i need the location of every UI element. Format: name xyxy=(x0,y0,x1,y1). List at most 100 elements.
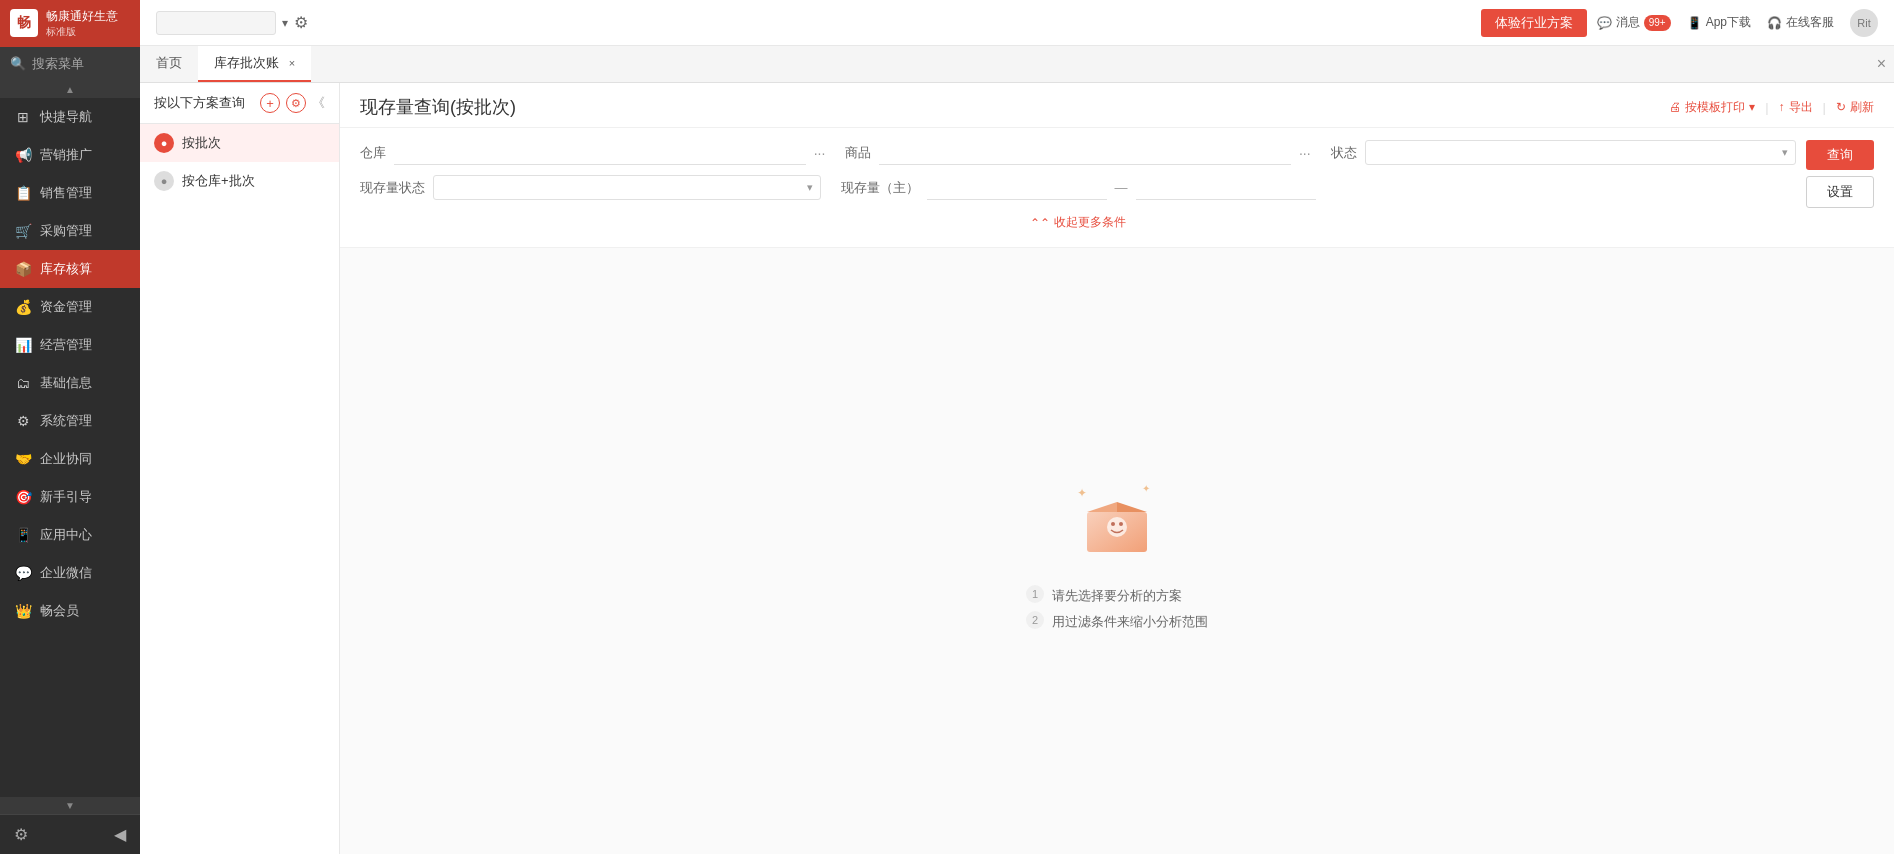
topbar-search-input[interactable] xyxy=(156,11,276,35)
online-service-item[interactable]: 🎧 在线客服 xyxy=(1767,14,1834,31)
sidebar-item-inventory[interactable]: 📦 库存核算 xyxy=(0,250,140,288)
sidebar-item-member[interactable]: 👑 畅会员 xyxy=(0,592,140,630)
tabs-bar: 首页 库存批次账 × × xyxy=(140,46,1894,83)
filter-buttons: 查询 设置 xyxy=(1806,140,1874,208)
print-btn[interactable]: 🖨 按模板打印 ▾ xyxy=(1669,99,1755,116)
sidebar-item-marketing[interactable]: 📢 营销推广 xyxy=(0,136,140,174)
svg-point-5 xyxy=(1119,522,1123,526)
inventory-qty-min[interactable] xyxy=(927,176,1107,200)
collapse-panel-btn[interactable]: 《 xyxy=(312,94,325,112)
headset-icon: 🎧 xyxy=(1767,16,1782,30)
sidebar-item-system[interactable]: ⚙ 系统管理 xyxy=(0,402,140,440)
sidebar-item-finance[interactable]: 💰 资金管理 xyxy=(0,288,140,326)
svg-marker-1 xyxy=(1087,502,1117,512)
collapse-filter-btn[interactable]: ⌃⌃ 收起更多条件 xyxy=(360,210,1796,235)
app-download-item[interactable]: 📱 App下载 xyxy=(1687,14,1751,31)
collapse-up-icon: ⌃⌃ xyxy=(1030,216,1050,230)
page-action-divider2: | xyxy=(1823,100,1826,115)
status-field: 状态 全部 正常 停用 ▾ xyxy=(1331,140,1796,165)
sidebar-item-enterprise[interactable]: 🤝 企业协同 xyxy=(0,440,140,478)
sidebar-item-label: 销售管理 xyxy=(40,184,92,202)
tab-close-all-btn[interactable]: × xyxy=(1877,55,1886,73)
product-dots[interactable]: ··· xyxy=(1299,145,1311,161)
add-scheme-btn[interactable]: + xyxy=(260,93,280,113)
set-btn[interactable]: 设置 xyxy=(1806,176,1874,208)
sidebar-item-label: 企业微信 xyxy=(40,564,92,582)
avatar-initials: Rit xyxy=(1857,17,1870,29)
apps-icon: 📱 xyxy=(14,526,32,544)
page-title: 现存量查询(按批次) xyxy=(360,95,516,119)
finance-icon: 💰 xyxy=(14,298,32,316)
sidebar-item-basic[interactable]: 🗂 基础信息 xyxy=(0,364,140,402)
topbar-dropdown-icon[interactable]: ▾ xyxy=(282,16,288,30)
print-dropdown-icon[interactable]: ▾ xyxy=(1749,100,1755,114)
sidebar-item-purchase[interactable]: 🛒 采购管理 xyxy=(0,212,140,250)
tab-home[interactable]: 首页 xyxy=(140,46,198,82)
export-btn[interactable]: ↑ 导出 xyxy=(1779,99,1813,116)
inventory-status-select[interactable]: 全部 正数 负数 零 xyxy=(433,175,821,200)
product-field: 商品 ··· xyxy=(845,141,1310,165)
message-icon: 💬 xyxy=(1597,16,1612,30)
page-action-divider: | xyxy=(1765,100,1768,115)
status-select-wrap: 全部 正常 停用 ▾ xyxy=(1365,140,1796,165)
app-download-icon: 📱 xyxy=(1687,16,1702,30)
sidebar-search[interactable]: 🔍 搜索菜单 xyxy=(0,47,140,81)
warehouse-dots[interactable]: ··· xyxy=(814,145,826,161)
scheme-icon-warehouse-batch: ● xyxy=(154,171,174,191)
sidebar-item-operations[interactable]: 📊 经营管理 xyxy=(0,326,140,364)
content-area: 按以下方案查询 + ⚙ 《 ● 按批次 ● 按仓库+批次 xyxy=(140,83,1894,854)
sidebar-item-wechat[interactable]: 💬 企业微信 xyxy=(0,554,140,592)
message-item[interactable]: 💬 消息 99+ xyxy=(1597,14,1671,31)
sidebar-item-apps[interactable]: 📱 应用中心 xyxy=(0,516,140,554)
sales-icon: 📋 xyxy=(14,184,32,202)
page-actions: 🖨 按模板打印 ▾ | ↑ 导出 | ↻ 刷新 xyxy=(1669,99,1874,116)
svg-marker-2 xyxy=(1117,502,1147,512)
left-panel-title: 按以下方案查询 xyxy=(154,94,245,112)
svg-text:✦: ✦ xyxy=(1077,486,1087,500)
tabs-extra: × xyxy=(1877,55,1894,73)
footer-collapse-btn[interactable]: ◀ xyxy=(114,825,126,844)
app-title: 畅康通好生意 xyxy=(46,8,118,25)
quick-nav-icon: ⊞ xyxy=(14,108,32,126)
sidebar-item-guide[interactable]: 🎯 新手引导 xyxy=(0,478,140,516)
sidebar-item-label: 营销推广 xyxy=(40,146,92,164)
svg-point-3 xyxy=(1107,517,1127,537)
topbar-search-area: ▾ ⚙ xyxy=(156,11,1471,35)
sidebar-item-label: 新手引导 xyxy=(40,488,92,506)
warehouse-input[interactable] xyxy=(394,141,806,165)
scheme-settings-btn[interactable]: ⚙ xyxy=(286,93,306,113)
sidebar-scroll-up[interactable]: ▲ xyxy=(0,81,140,98)
sidebar-item-label: 畅会员 xyxy=(40,602,79,620)
empty-tips: 1 请先选择要分析的方案 2 用过滤条件来缩小分析范围 xyxy=(1026,583,1208,635)
refresh-btn-label: 刷新 xyxy=(1850,99,1874,116)
topbar-settings-icon[interactable]: ⚙ xyxy=(294,13,308,32)
empty-tip-1: 1 请先选择要分析的方案 xyxy=(1026,583,1208,609)
sidebar-item-sales[interactable]: 📋 销售管理 xyxy=(0,174,140,212)
scheme-icon-batch: ● xyxy=(154,133,174,153)
tab-inventory-batch[interactable]: 库存批次账 × xyxy=(198,46,311,82)
sidebar-item-label: 经营管理 xyxy=(40,336,92,354)
scheme-item-batch[interactable]: ● 按批次 xyxy=(140,124,339,162)
sidebar-footer: ⚙ ◀ xyxy=(0,814,140,854)
enterprise-icon: 🤝 xyxy=(14,450,32,468)
app-edition: 标准版 xyxy=(46,25,118,39)
status-select[interactable]: 全部 正常 停用 xyxy=(1365,140,1796,165)
sidebar-scroll-down[interactable]: ▼ xyxy=(0,797,140,814)
footer-settings-btn[interactable]: ⚙ xyxy=(14,825,28,844)
refresh-icon: ↻ xyxy=(1836,100,1846,114)
left-panel-header: 按以下方案查询 + ⚙ 《 xyxy=(140,83,339,124)
sidebar-item-label: 基础信息 xyxy=(40,374,92,392)
user-item[interactable]: Rit xyxy=(1850,9,1878,37)
scheme-item-warehouse-batch[interactable]: ● 按仓库+批次 xyxy=(140,162,339,200)
search-icon: 🔍 xyxy=(10,56,26,71)
product-input[interactable] xyxy=(879,141,1291,165)
svg-point-4 xyxy=(1111,522,1115,526)
trial-btn[interactable]: 体验行业方案 xyxy=(1481,9,1587,37)
query-btn[interactable]: 查询 xyxy=(1806,140,1874,170)
sidebar-item-quick-nav[interactable]: ⊞ 快捷导航 xyxy=(0,98,140,136)
inventory-qty-max[interactable] xyxy=(1136,176,1316,200)
message-badge: 99+ xyxy=(1644,15,1671,31)
refresh-btn[interactable]: ↻ 刷新 xyxy=(1836,99,1874,116)
tab-close-btn[interactable]: × xyxy=(289,57,295,69)
sidebar-header: 畅 畅康通好生意 标准版 xyxy=(0,0,140,47)
